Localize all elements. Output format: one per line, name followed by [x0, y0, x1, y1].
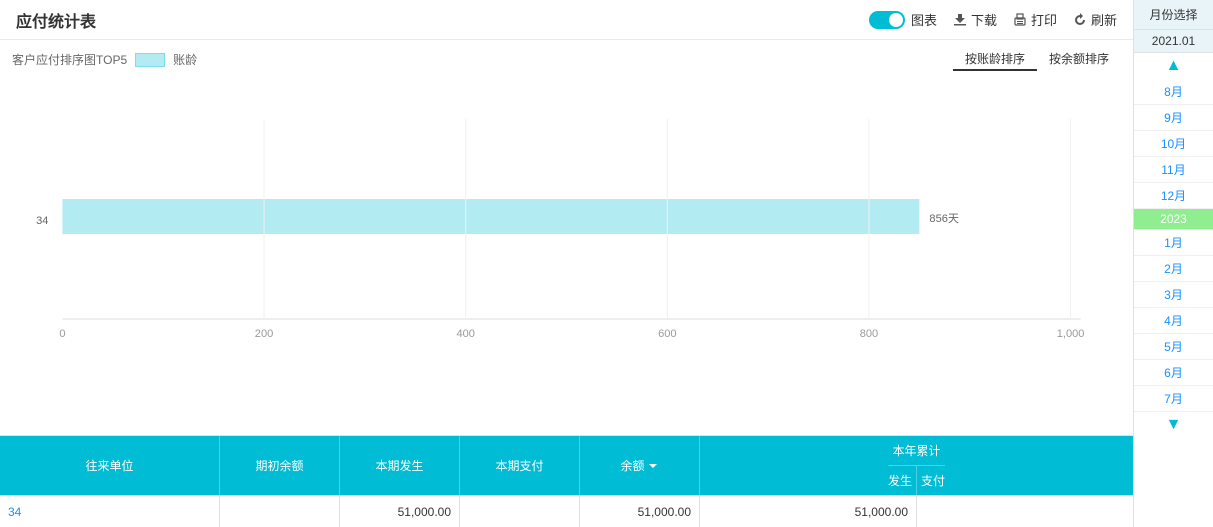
svg-text:600: 600	[658, 328, 676, 340]
td-ytd-pay	[917, 496, 1133, 527]
sidebar-nav: ▲ 8月 9月 10月 11月 12月 2023 1月 2月 3月 4月 5月 …	[1134, 53, 1213, 438]
bar-chart-svg: 34 856天 0 200 400 600 800 1,000	[12, 79, 1121, 359]
month-list: 8月 9月 10月 11月 12月 2023 1月 2月 3月 4月 5月 6月…	[1134, 79, 1213, 412]
unit-link[interactable]: 34	[8, 505, 21, 519]
th-balance: 余额	[580, 436, 700, 495]
th-unit: 往来单位	[0, 436, 220, 495]
header-actions: 图表 下载 打印 刷新	[869, 10, 1117, 29]
td-ytd-occur: 51,000.00	[700, 496, 917, 527]
svg-text:1,000: 1,000	[1057, 328, 1085, 340]
month-1[interactable]: 1月	[1134, 230, 1213, 256]
td-occur: 51,000.00	[340, 496, 460, 527]
month-prev-button[interactable]: ▲	[1134, 53, 1213, 79]
chart-legend: 客户应付排序图TOP5 账龄	[12, 51, 197, 68]
month-9[interactable]: 9月	[1134, 105, 1213, 131]
th-occur: 本期发生	[340, 436, 460, 495]
month-sidebar: 月份选择 2021.01 ▲ 8月 9月 10月 11月 12月 2023 1月…	[1133, 0, 1213, 527]
sort-by-balance-button[interactable]: 按账龄排序	[953, 48, 1037, 71]
print-button[interactable]: 打印	[1013, 10, 1057, 29]
td-balance: 51,000.00	[580, 496, 700, 527]
sidebar-header: 月份选择	[1134, 0, 1213, 30]
svg-text:400: 400	[456, 328, 474, 340]
download-icon	[953, 13, 967, 27]
th-opening: 期初余额	[220, 436, 340, 495]
th-ytd-pay: 支付	[917, 466, 949, 495]
print-icon	[1013, 13, 1027, 27]
ytd-label: 本年累计	[888, 436, 944, 466]
refresh-button[interactable]: 刷新	[1073, 10, 1117, 29]
legend-text: 账龄	[173, 51, 197, 68]
month-10[interactable]: 10月	[1134, 131, 1213, 157]
svg-text:200: 200	[255, 328, 273, 340]
th-ytd-occur: 发生	[884, 466, 917, 495]
chart-toggle[interactable]	[869, 11, 905, 29]
month-6[interactable]: 6月	[1134, 360, 1213, 386]
download-button[interactable]: 下载	[953, 10, 997, 29]
month-11[interactable]: 11月	[1134, 157, 1213, 183]
month-8[interactable]: 8月	[1134, 79, 1213, 105]
month-2[interactable]: 2月	[1134, 256, 1213, 282]
legend-title: 客户应付排序图TOP5	[12, 51, 127, 68]
toggle-label: 图表	[911, 10, 937, 29]
td-pay	[460, 496, 580, 527]
sort-icon	[647, 460, 659, 472]
td-opening	[220, 496, 340, 527]
year-2023-label: 2023	[1134, 209, 1213, 230]
month-5[interactable]: 5月	[1134, 334, 1213, 360]
svg-text:34: 34	[36, 215, 48, 227]
month-7[interactable]: 7月	[1134, 386, 1213, 412]
table-area: 往来单位 期初余额 本期发生 本期支付 余额 本年累计 发生 支付	[0, 435, 1133, 527]
chart-toggle-wrapper[interactable]: 图表	[869, 10, 937, 29]
month-3[interactable]: 3月	[1134, 282, 1213, 308]
page-title: 应付统计表	[16, 8, 96, 32]
table-row: 34 51,000.00 51,000.00 51,000.00	[0, 495, 1133, 527]
chart-header: 客户应付排序图TOP5 账龄 按账龄排序 按余额排序	[12, 48, 1121, 71]
td-unit: 34	[0, 496, 220, 527]
chart-body: 34 856天 0 200 400 600 800 1,000	[12, 79, 1121, 427]
svg-text:0: 0	[59, 328, 65, 340]
legend-box	[135, 53, 165, 67]
th-ytd: 本年累计 发生 支付	[700, 436, 1133, 495]
svg-text:800: 800	[860, 328, 878, 340]
table-header-row: 往来单位 期初余额 本期发生 本期支付 余额 本年累计 发生 支付	[0, 436, 1133, 495]
month-12[interactable]: 12月	[1134, 183, 1213, 209]
month-next-button[interactable]: ▼	[1134, 412, 1213, 438]
month-4[interactable]: 4月	[1134, 308, 1213, 334]
refresh-icon	[1073, 13, 1087, 27]
sort-by-amount-button[interactable]: 按余额排序	[1037, 48, 1121, 71]
sidebar-current-year: 2021.01	[1134, 30, 1213, 53]
th-pay: 本期支付	[460, 436, 580, 495]
sort-buttons: 按账龄排序 按余额排序	[953, 48, 1121, 71]
svg-text:856天: 856天	[929, 213, 959, 225]
chart-area: 客户应付排序图TOP5 账龄 按账龄排序 按余额排序 34 856天	[0, 40, 1133, 435]
